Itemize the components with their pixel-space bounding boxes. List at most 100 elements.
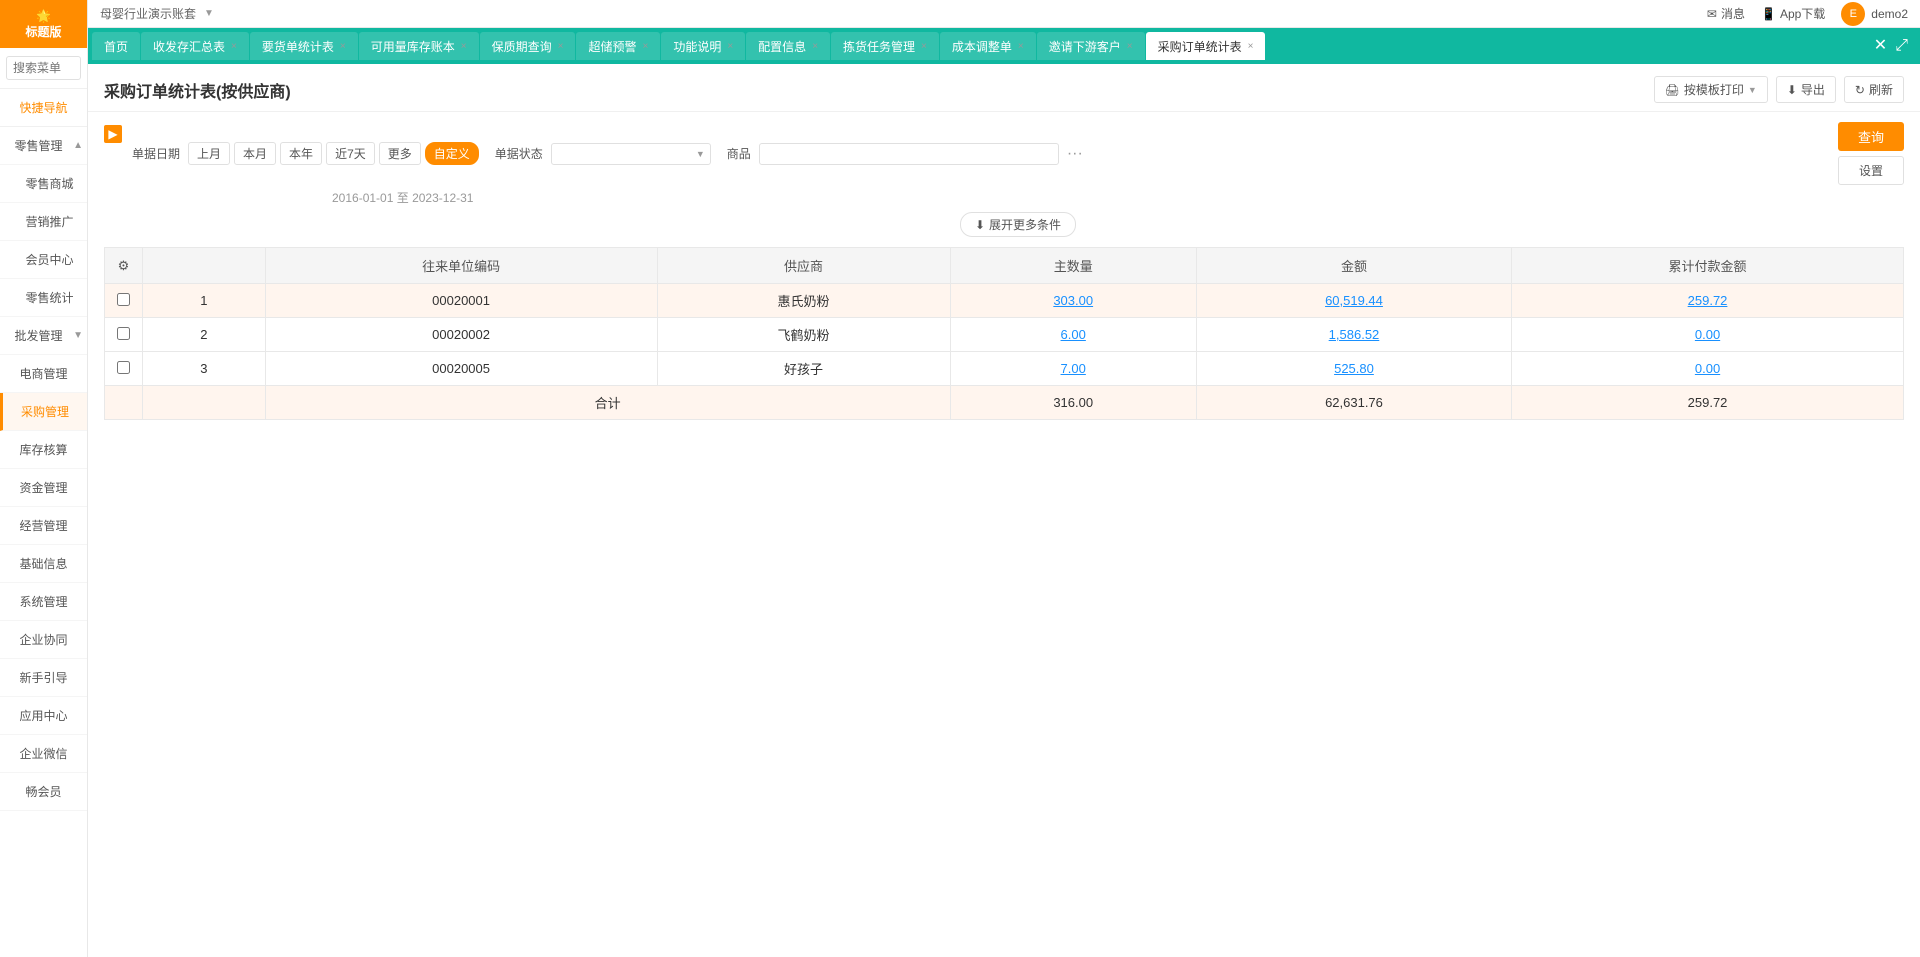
sidebar-item-system[interactable]: 系统管理 — [0, 583, 87, 621]
table-row: 1 00020001 惠氏奶粉 303.00 60,519.44 259.72 — [105, 284, 1904, 318]
tab-cost-adjust-label: 成本调整单 — [952, 38, 1012, 55]
sidebar-item-marketing[interactable]: 营销推广 — [0, 203, 87, 241]
row-3-check[interactable] — [105, 352, 143, 386]
date-btn-custom[interactable]: 自定义 — [425, 142, 479, 165]
tab-purchase-order-stats-close[interactable]: × — [1248, 41, 1254, 52]
app-download-btn[interactable]: 📱 App下载 — [1761, 5, 1825, 22]
goods-more-btn[interactable]: ··· — [1067, 145, 1083, 163]
row-2-amount: 1,586.52 — [1196, 318, 1511, 352]
close-tab-btn[interactable]: ✕ — [1874, 38, 1887, 54]
breadcrumb: 母婴行业演示账套 — [100, 5, 196, 22]
refresh-btn[interactable]: ↻ 刷新 — [1844, 76, 1904, 103]
page-header: 采购订单统计表(按供应商) 🖨 按模板打印 ▼ ⬇ 导出 ↻ 刷新 — [88, 64, 1920, 112]
tab-invite-downstream-label: 邀请下游客户 — [1049, 38, 1121, 55]
tab-config-info-close[interactable]: × — [812, 41, 818, 52]
sidebar-item-member[interactable]: 会员中心 — [0, 241, 87, 279]
row-1-check[interactable] — [105, 284, 143, 318]
tab-expiry-query[interactable]: 保质期查询 × — [480, 32, 576, 60]
tab-purchase-stats-close[interactable]: × — [340, 41, 346, 52]
sidebar-item-retail-stats[interactable]: 零售统计 — [0, 279, 87, 317]
sidebar-item-basics[interactable]: 基础信息 — [0, 545, 87, 583]
date-btn-this-year[interactable]: 本年 — [280, 142, 322, 165]
user-area[interactable]: E demo2 — [1841, 2, 1908, 26]
tab-expiry-query-close[interactable]: × — [558, 41, 564, 52]
sidebar-item-appstore[interactable]: 应用中心 — [0, 697, 87, 735]
footer-main-qty: 316.00 — [950, 386, 1196, 420]
sidebar-item-retail-store[interactable]: 零售商城 — [0, 165, 87, 203]
tab-invite-downstream[interactable]: 邀请下游客户 × — [1037, 32, 1145, 60]
print-btn[interactable]: 🖨 按模板打印 ▼ — [1654, 76, 1768, 103]
row-2-checkbox[interactable] — [117, 327, 130, 340]
sidebar-item-vip[interactable]: 畅会员 — [0, 773, 87, 811]
col-settings[interactable]: ⚙ — [105, 248, 143, 284]
goods-label: 商品 — [727, 145, 751, 162]
row-3-checkbox[interactable] — [117, 361, 130, 374]
date-btn-more[interactable]: 更多 — [379, 142, 421, 165]
sidebar-item-purchase[interactable]: 采购管理 — [0, 393, 87, 431]
row-1-paid-amount: 259.72 — [1512, 284, 1904, 318]
expand-conditions-btn[interactable]: ⬇ 展开更多条件 — [960, 212, 1076, 237]
date-btn-7days[interactable]: 近7天 — [326, 142, 375, 165]
sidebar-item-operations[interactable]: 经营管理 — [0, 507, 87, 545]
filter-toggle-btn[interactable]: ▶ — [104, 125, 122, 143]
row-2-index: 2 — [143, 318, 266, 352]
tab-inventory-ledger-close[interactable]: × — [461, 41, 467, 52]
sidebar-item-enterprise[interactable]: 企业协同 — [0, 621, 87, 659]
quick-nav-btn[interactable]: 快捷导航 — [6, 95, 81, 120]
tab-overstock-alert-close[interactable]: × — [642, 41, 648, 52]
app-download-label: App下载 — [1780, 5, 1825, 22]
goods-input[interactable] — [759, 143, 1059, 165]
search-area — [0, 48, 87, 89]
query-btn[interactable]: 查询 — [1838, 122, 1904, 151]
tab-pick-tasks-close[interactable]: × — [921, 41, 927, 52]
sidebar-item-wechat[interactable]: 企业微信 — [0, 735, 87, 773]
page-actions: 🖨 按模板打印 ▼ ⬇ 导出 ↻ 刷新 — [1654, 76, 1904, 103]
sidebar-item-finance[interactable]: 资金管理 — [0, 469, 87, 507]
tab-home[interactable]: 首页 — [92, 32, 140, 60]
row-2-paid-amount: 0.00 — [1512, 318, 1904, 352]
row-1-amount: 60,519.44 — [1196, 284, 1511, 318]
sidebar-item-inventory[interactable]: 库存核算 — [0, 431, 87, 469]
sidebar-item-ecommerce[interactable]: 电商管理 — [0, 355, 87, 393]
col-supplier: 供应商 — [657, 248, 950, 284]
sidebar-item-retail[interactable]: 零售管理 ▲ — [0, 127, 87, 165]
sidebar-item-newbie[interactable]: 新手引导 — [0, 659, 87, 697]
tab-function-desc-close[interactable]: × — [727, 41, 733, 52]
tab-pick-tasks[interactable]: 拣货任务管理 × — [831, 32, 939, 60]
row-1-supplier: 惠氏奶粉 — [657, 284, 950, 318]
maximize-btn[interactable]: ⤢ — [1895, 38, 1908, 54]
sidebar-item-wholesale[interactable]: 批发管理 ▼ — [0, 317, 87, 355]
tab-config-info[interactable]: 配置信息 × — [746, 32, 830, 60]
date-btn-this-month[interactable]: 本月 — [234, 142, 276, 165]
topbar-right: ✉ 消息 📱 App下载 E demo2 — [1707, 2, 1908, 26]
tab-invite-downstream-close[interactable]: × — [1127, 41, 1133, 52]
col-unit-code: 往来单位编码 — [265, 248, 657, 284]
tab-cost-adjust-close[interactable]: × — [1018, 41, 1024, 52]
settings-btn[interactable]: 设置 — [1838, 156, 1904, 185]
tab-receive-summary-close[interactable]: × — [231, 41, 237, 52]
row-2-check[interactable] — [105, 318, 143, 352]
tab-purchase-stats[interactable]: 要货单统计表 × — [250, 32, 358, 60]
dropdown-icon[interactable]: ▼ — [204, 8, 214, 19]
goods-filter: 商品 ··· — [727, 143, 1083, 165]
row-1-checkbox[interactable] — [117, 293, 130, 306]
refresh-icon: ↻ — [1855, 83, 1865, 97]
tab-cost-adjust[interactable]: 成本调整单 × — [940, 32, 1036, 60]
tab-function-desc[interactable]: 功能说明 × — [661, 32, 745, 60]
tab-inventory-ledger[interactable]: 可用量库存账本 × — [359, 32, 479, 60]
logo-text: 标题版 — [25, 23, 61, 40]
logo-icon: 🌟 — [36, 9, 51, 23]
username: demo2 — [1871, 7, 1908, 21]
tab-overstock-alert[interactable]: 超储预警 × — [576, 32, 660, 60]
topbar: 母婴行业演示账套 ▼ ✉ 消息 📱 App下载 E demo2 — [88, 0, 1920, 28]
tab-inventory-ledger-label: 可用量库存账本 — [371, 38, 455, 55]
date-btn-last-month[interactable]: 上月 — [188, 142, 230, 165]
status-filter: 单据状态 — [495, 143, 711, 165]
tab-purchase-order-stats[interactable]: 采购订单统计表 × — [1146, 32, 1266, 60]
status-select[interactable] — [551, 143, 711, 165]
tab-receive-summary[interactable]: 收发存汇总表 × — [141, 32, 249, 60]
search-input[interactable] — [6, 56, 81, 80]
row-2-unit-code: 00020002 — [265, 318, 657, 352]
message-btn[interactable]: ✉ 消息 — [1707, 5, 1745, 22]
export-btn[interactable]: ⬇ 导出 — [1776, 76, 1836, 103]
